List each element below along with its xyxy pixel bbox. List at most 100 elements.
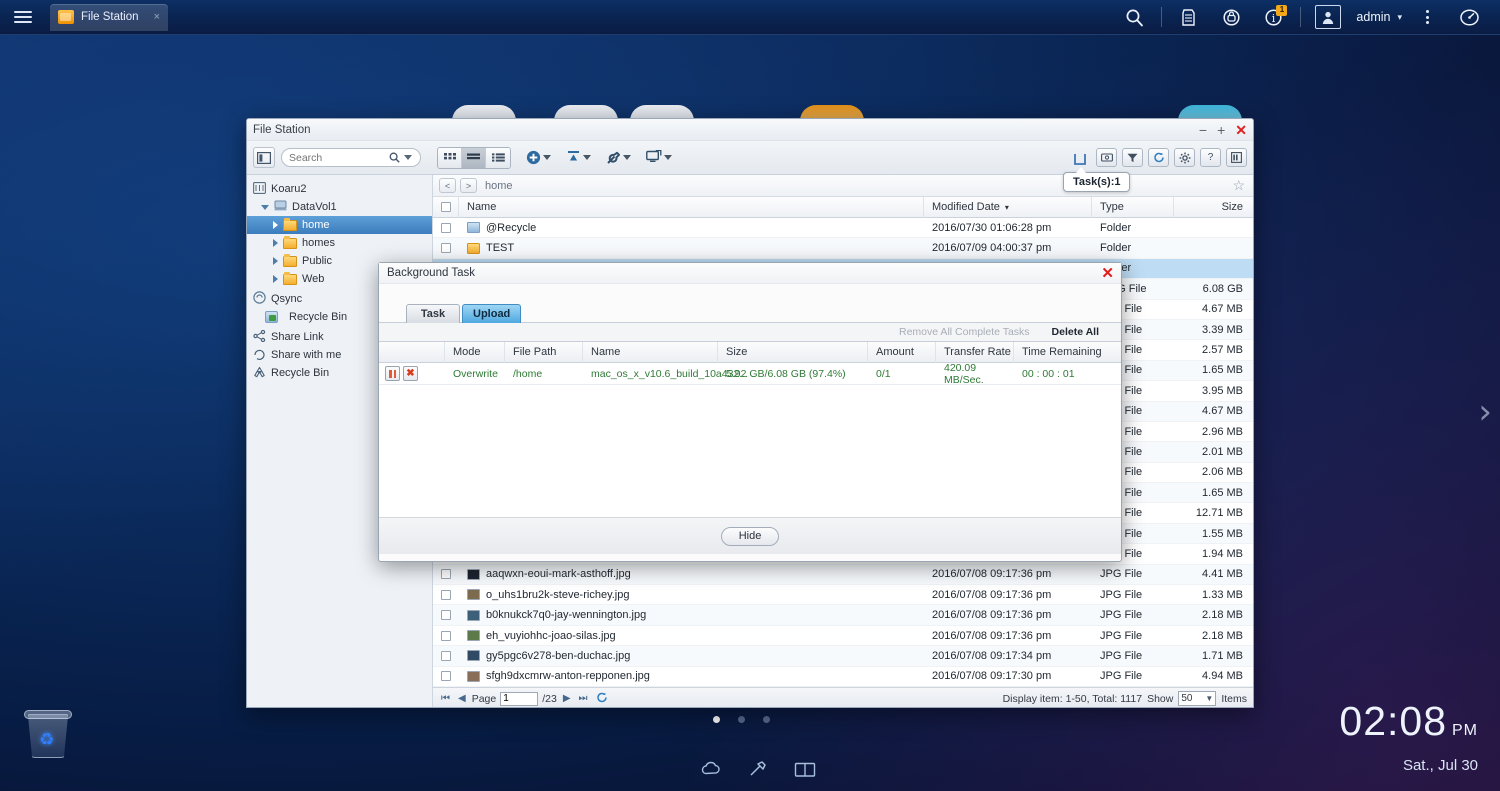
manual-icon[interactable] [794, 761, 816, 781]
row-checkbox-cell[interactable] [433, 218, 459, 238]
star-icon[interactable]: ☆ [1232, 177, 1245, 194]
remote-mount-button[interactable] [646, 150, 672, 165]
row-checkbox[interactable] [441, 243, 451, 254]
table-row[interactable]: gy5pgc6v278-ben-duchac.jpg 2016/07/08 09:… [433, 646, 1253, 667]
column-header-amount[interactable]: Amount [868, 341, 936, 363]
row-checkbox[interactable] [441, 589, 451, 600]
taskbar-tab-file-station[interactable]: File Station × [50, 3, 168, 31]
row-checkbox-cell[interactable] [433, 238, 459, 258]
desktop-page-dots[interactable] [713, 716, 770, 723]
row-checkbox[interactable] [441, 569, 451, 580]
tab-upload[interactable]: Upload [462, 304, 522, 323]
prev-page-button[interactable]: ◀ [456, 693, 468, 704]
tools-icon[interactable] [748, 760, 768, 781]
gear-icon[interactable] [1174, 148, 1195, 167]
last-page-button[interactable]: ⏭ [577, 693, 590, 704]
notification-center-icon[interactable] [1210, 0, 1252, 35]
chevron-right-icon[interactable] [273, 257, 278, 265]
page-dot-3[interactable] [763, 716, 770, 723]
row-checkbox[interactable] [441, 630, 451, 641]
chevron-right-icon[interactable] [273, 221, 278, 229]
column-header-type[interactable]: Type [1092, 197, 1174, 218]
select-all-checkbox-cell[interactable] [433, 197, 459, 218]
column-header-name[interactable]: Name [583, 341, 718, 363]
dialog-titlebar[interactable]: Background Task [379, 263, 1121, 284]
page-dot-1[interactable] [713, 716, 720, 723]
maximize-button[interactable]: + [1217, 123, 1225, 137]
info-panel-button[interactable] [1226, 148, 1247, 167]
table-row[interactable]: aaqwxn-eoui-mark-asthoff.jpg 2016/07/08 0… [433, 564, 1253, 586]
column-header-size[interactable]: Size [1174, 197, 1253, 218]
chevron-down-icon[interactable] [543, 155, 551, 160]
row-checkbox-cell[interactable] [433, 666, 459, 686]
column-header-size[interactable]: Size [718, 341, 868, 363]
refresh-icon[interactable] [594, 692, 610, 706]
page-input[interactable] [500, 691, 539, 706]
column-header-name[interactable]: Name [459, 197, 924, 218]
chevron-right-icon[interactable] [273, 239, 278, 247]
next-page-button[interactable]: ▶ [561, 693, 573, 704]
row-checkbox-cell[interactable] [433, 605, 459, 625]
column-header-file-path[interactable]: File Path [505, 341, 583, 363]
pause-icon[interactable] [385, 366, 400, 381]
table-row[interactable]: eh_vuyiohhc-joao-silas.jpg 2016/07/08 09:… [433, 625, 1253, 647]
search-input[interactable] [289, 151, 385, 164]
column-header-time-remaining[interactable]: Time Remaining [1014, 342, 1121, 363]
table-row[interactable]: o_uhs1bru2k-steve-richey.jpg 2016/07/08 0… [433, 585, 1253, 606]
table-row[interactable]: @Recycle 2016/07/30 01:06:28 pm Folder [433, 218, 1253, 239]
dashboard-gauge-icon[interactable] [1448, 0, 1490, 35]
select-all-checkbox[interactable] [440, 202, 451, 212]
page-size-select[interactable]: 50 ▼ [1178, 691, 1217, 706]
close-button[interactable]: ✕ [1235, 123, 1247, 137]
backup-icon[interactable] [1168, 0, 1210, 35]
cancel-icon[interactable]: ✖ [403, 366, 418, 381]
chevron-down-icon[interactable] [664, 155, 672, 160]
row-checkbox-cell[interactable] [433, 646, 459, 666]
avatar[interactable] [1307, 0, 1349, 35]
first-page-button[interactable]: ⏮ [439, 693, 452, 704]
row-checkbox[interactable] [441, 650, 451, 661]
sidebar-item-home[interactable]: home [247, 216, 432, 234]
delete-all-button[interactable]: Delete All [1052, 326, 1099, 338]
row-checkbox-cell[interactable] [433, 625, 459, 645]
create-button[interactable] [526, 150, 551, 165]
refresh-icon[interactable] [1148, 148, 1169, 167]
sidebar-item-datavol1[interactable]: DataVol1 [247, 198, 432, 216]
help-button[interactable]: ? [1200, 148, 1221, 167]
table-row[interactable]: sfgh9dxcmrw-anton-repponen.jpg 2016/07/08… [433, 667, 1253, 687]
page-dot-2[interactable] [738, 716, 745, 723]
search-icon[interactable] [1113, 0, 1155, 35]
search-input-wrapper[interactable] [281, 148, 421, 167]
detail-view-button[interactable] [486, 147, 510, 168]
column-header-modified-date[interactable]: Modified Date ▾ [924, 197, 1092, 218]
remove-all-complete-tasks-button[interactable]: Remove All Complete Tasks [899, 326, 1030, 338]
column-header-mode[interactable]: Mode [445, 341, 505, 363]
minimize-button[interactable]: − [1199, 123, 1207, 137]
table-row[interactable]: b0knukck7q0-jay-wennington.jpg 2016/07/08… [433, 605, 1253, 626]
row-checkbox[interactable] [441, 610, 451, 621]
grid-view-button[interactable] [438, 147, 462, 168]
sidebar-item-koaru2[interactable]: Koaru2 [247, 180, 432, 198]
panel-toggle-icon[interactable] [253, 147, 275, 168]
chevron-down-icon[interactable] [623, 155, 631, 160]
media-icon[interactable] [1096, 148, 1117, 167]
chevron-right-icon[interactable] [273, 275, 278, 283]
background-task-button[interactable] [1069, 148, 1091, 167]
user-menu[interactable]: admin ▾ [1349, 0, 1406, 35]
search-options-chevron-icon[interactable] [404, 155, 412, 160]
kebab-menu-icon[interactable] [1406, 0, 1448, 35]
recycle-bin-desktop-icon[interactable]: ♻ [22, 708, 74, 764]
sidebar-item-homes[interactable]: homes [247, 234, 432, 252]
tools-button[interactable] [606, 150, 631, 165]
column-header-transfer-rate[interactable]: Transfer Rate [936, 341, 1014, 363]
chevron-down-icon[interactable] [261, 204, 269, 210]
next-desktop-page-arrow[interactable]: › [1478, 395, 1492, 429]
task-row[interactable]: ✖ Overwrite /home mac_os_x_v10.6_build_1… [379, 362, 1121, 386]
close-icon[interactable]: × [154, 11, 160, 23]
chevron-down-icon[interactable] [583, 155, 591, 160]
dialog-close-button[interactable]: ✕ [1101, 266, 1114, 281]
back-button[interactable]: < [439, 178, 456, 193]
window-titlebar[interactable]: File Station − + ✕ [247, 119, 1253, 141]
cloud-icon[interactable] [700, 761, 722, 780]
row-checkbox-cell[interactable] [433, 585, 459, 605]
